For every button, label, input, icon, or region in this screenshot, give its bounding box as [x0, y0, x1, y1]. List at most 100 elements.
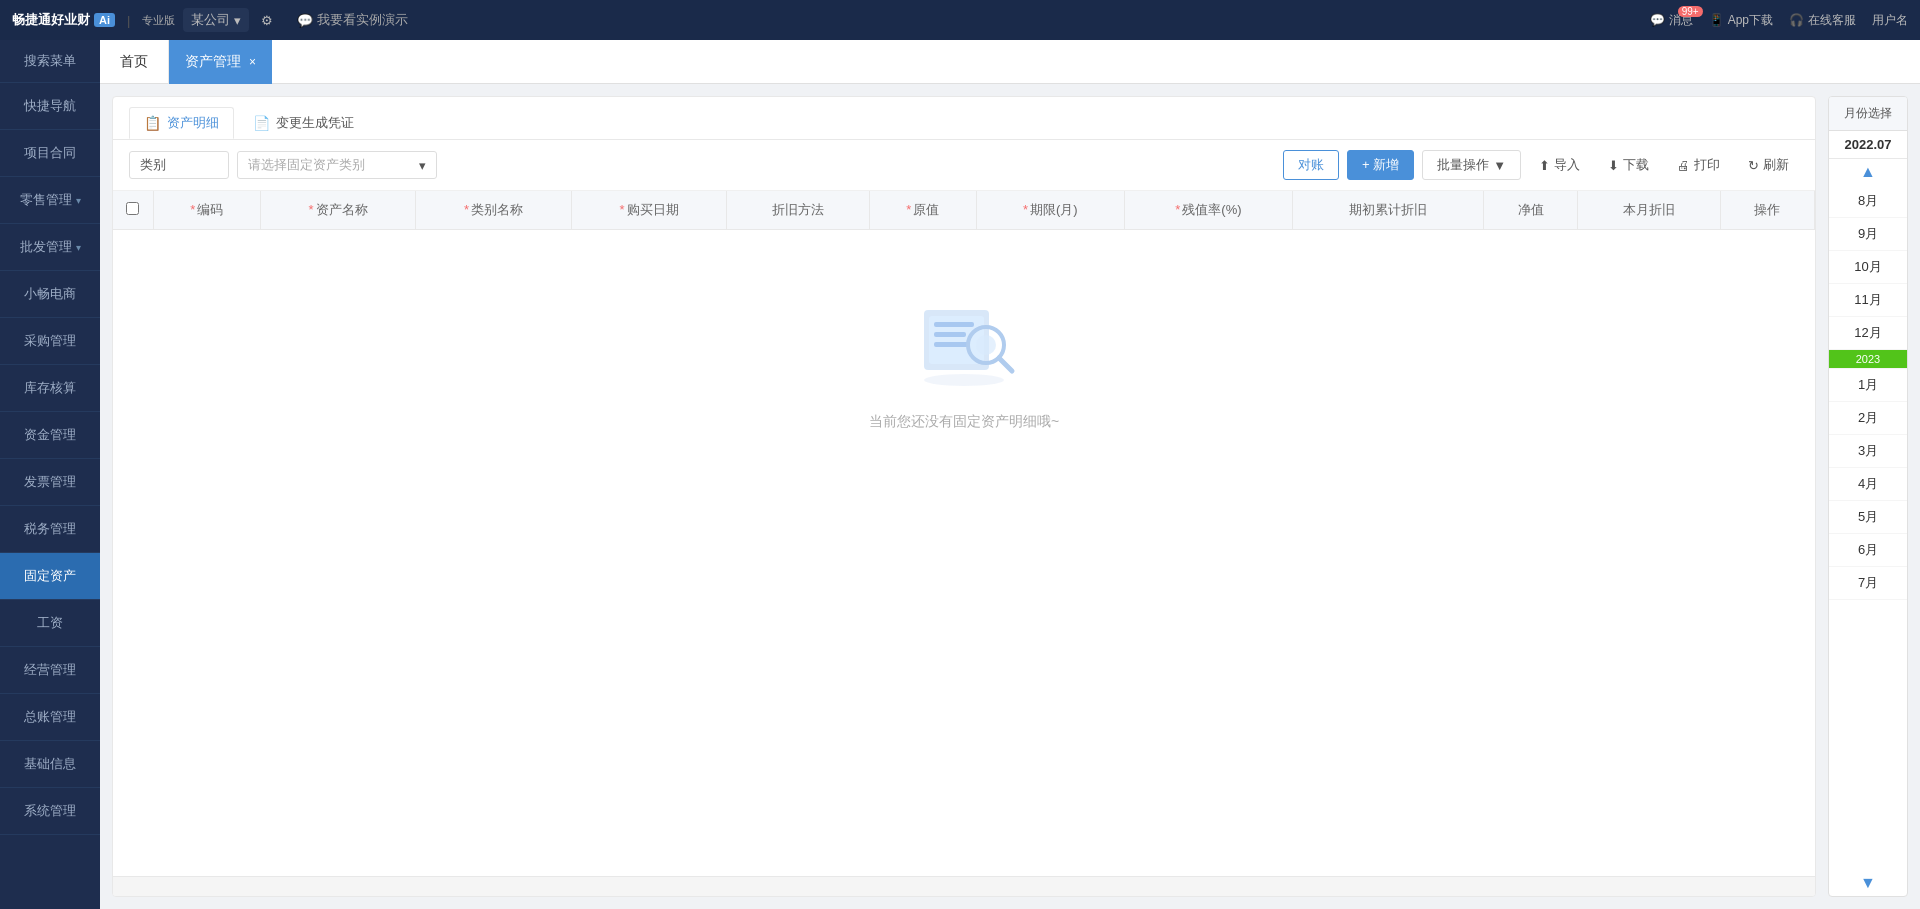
sidebar-item-inventory[interactable]: 库存核算 [0, 365, 100, 412]
month-nav-down[interactable]: ▼ [1829, 870, 1907, 896]
th-monthly-depreciation: 本月折旧 [1578, 191, 1720, 230]
th-operation: 操作 [1720, 191, 1814, 230]
month-item-2[interactable]: 2月 [1829, 402, 1907, 435]
sidebar-item-basic[interactable]: 基础信息 [0, 741, 100, 788]
month-item-1[interactable]: 1月 [1829, 369, 1907, 402]
svg-rect-3 [934, 322, 974, 327]
sidebar-item-finance[interactable]: 资金管理 [0, 412, 100, 459]
month-item-12[interactable]: 12月 [1829, 317, 1907, 350]
month-item-4[interactable]: 4月 [1829, 468, 1907, 501]
th-accumulated-depreciation: 期初累计折旧 [1293, 191, 1484, 230]
empty-state: 当前您还没有固定资产明细哦~ [113, 230, 1815, 491]
download-icon: ⬇ [1608, 158, 1619, 173]
sidebar-item-purchase[interactable]: 采购管理 [0, 318, 100, 365]
wholesale-arrow-icon: ▾ [76, 242, 81, 253]
tab-home[interactable]: 首页 [100, 40, 169, 84]
top-bar-right: 💬 消息 99+ 📱 App下载 🎧 在线客服 用户名 [1650, 12, 1908, 29]
month-item-3[interactable]: 3月 [1829, 435, 1907, 468]
download-button[interactable]: ⬇ 下载 [1598, 151, 1659, 179]
selector-arrow: ▾ [234, 13, 241, 28]
batch-arrow-icon: ▼ [1493, 158, 1506, 173]
sidebar-item-fixed-assets[interactable]: 固定资产 [0, 553, 100, 600]
refresh-button[interactable]: ↻ 刷新 [1738, 151, 1799, 179]
sidebar-item-search[interactable]: 搜索菜单 [0, 40, 100, 83]
category-filter[interactable]: 类别 [129, 151, 229, 179]
select-all-checkbox[interactable] [126, 202, 139, 215]
empty-icon [904, 290, 1024, 393]
print-button[interactable]: 🖨 打印 [1667, 151, 1730, 179]
th-depreciation-method: 折旧方法 [727, 191, 869, 230]
sidebar-item-ecommerce[interactable]: 小畅电商 [0, 271, 100, 318]
sub-tab-change-voucher[interactable]: 📄 变更生成凭证 [238, 107, 369, 139]
sidebar-item-quicknav[interactable]: 快捷导航 [0, 83, 100, 130]
sub-tab-asset-detail[interactable]: 📋 资产明细 [129, 107, 234, 139]
top-bar-left: 畅捷通好业财 Ai | 专业版 某公司 ▾ ⚙ 💬 我要看实例演示 [12, 8, 1650, 32]
sidebar-item-wholesale[interactable]: 批发管理 ▾ [0, 224, 100, 271]
month-item-9[interactable]: 9月 [1829, 218, 1907, 251]
import-button[interactable]: ⬆ 导入 [1529, 151, 1590, 179]
sidebar-item-retail[interactable]: 零售管理 ▾ [0, 177, 100, 224]
th-checkbox [113, 191, 153, 230]
batch-button[interactable]: 批量操作 ▼ [1422, 150, 1521, 180]
svg-point-8 [976, 335, 996, 355]
change-voucher-icon: 📄 [253, 115, 270, 131]
content-area: 首页 资产管理 × 📋 资产明细 📄 变更生成凭证 [100, 40, 1920, 909]
app-download-button[interactable]: 📱 App下载 [1709, 12, 1773, 29]
month-nav-down-button[interactable]: ▼ [1860, 874, 1876, 892]
duizhang-button[interactable]: 对账 [1283, 150, 1339, 180]
sidebar-item-system[interactable]: 系统管理 [0, 788, 100, 835]
month-nav-up[interactable]: ▲ [1829, 159, 1907, 185]
th-residual-rate: *残值率(%) [1124, 191, 1293, 230]
service-icon: 🎧 [1789, 13, 1804, 27]
settings-icon[interactable]: ⚙ [261, 13, 273, 28]
sidebar-item-project[interactable]: 项目合同 [0, 130, 100, 177]
month-item-8[interactable]: 8月 [1829, 185, 1907, 218]
asset-table-container: *编码 *资产名称 *类别名称 *购买日期 折旧方法 *原值 *期限(月) *残… [113, 191, 1815, 876]
refresh-icon: ↻ [1748, 158, 1759, 173]
empty-text: 当前您还没有固定资产明细哦~ [869, 413, 1059, 431]
bottom-scroll-bar [113, 876, 1815, 896]
month-item-6[interactable]: 6月 [1829, 534, 1907, 567]
tab-asset-management[interactable]: 资产管理 × [169, 40, 272, 84]
th-purchase-date: *购买日期 [571, 191, 726, 230]
sidebar-item-ledger[interactable]: 总账管理 [0, 694, 100, 741]
company-selector[interactable]: 某公司 ▾ [183, 8, 249, 32]
sidebar-item-invoice[interactable]: 发票管理 [0, 459, 100, 506]
retail-arrow-icon: ▾ [76, 195, 81, 206]
month-item-10[interactable]: 10月 [1829, 251, 1907, 284]
online-service-button[interactable]: 🎧 在线客服 [1789, 12, 1856, 29]
user-profile[interactable]: 用户名 [1872, 12, 1908, 29]
th-net-value: 净值 [1483, 191, 1577, 230]
search-label: 搜索菜单 [24, 53, 76, 68]
sidebar-item-management[interactable]: 经营管理 [0, 647, 100, 694]
import-icon: ⬆ [1539, 158, 1550, 173]
svg-rect-4 [934, 332, 966, 337]
month-item-5[interactable]: 5月 [1829, 501, 1907, 534]
month-nav-up-button[interactable]: ▲ [1860, 163, 1876, 181]
svg-point-0 [924, 374, 1004, 386]
demo-link[interactable]: 💬 我要看实例演示 [297, 11, 408, 29]
message-icon: 💬 [1650, 13, 1665, 27]
category-select-arrow: ▾ [419, 158, 426, 173]
category-select[interactable]: 请选择固定资产类别 ▾ [237, 151, 437, 179]
company-name: 某公司 [191, 11, 230, 29]
add-button[interactable]: + 新增 [1347, 150, 1414, 180]
message-button[interactable]: 💬 消息 99+ [1650, 12, 1693, 29]
brand-name: 畅捷通好业财 [12, 11, 90, 29]
demo-icon: 💬 [297, 13, 313, 28]
brand: 畅捷通好业财 Ai [12, 11, 115, 29]
sidebar-item-tax[interactable]: 税务管理 [0, 506, 100, 553]
toolbar: 类别 请选择固定资产类别 ▾ 对账 + 新增 批量操作 [113, 140, 1815, 191]
month-panel: 月份选择 2022.07 ▲ 8月 9月 10月 11月 12月 2023 1月… [1828, 96, 1908, 897]
tab-close-button[interactable]: × [249, 55, 256, 69]
asset-detail-icon: 📋 [144, 115, 161, 131]
th-period-months: *期限(月) [977, 191, 1124, 230]
month-item-7[interactable]: 7月 [1829, 567, 1907, 600]
ai-badge: Ai [94, 13, 115, 27]
current-year-month: 2022.07 [1829, 131, 1907, 159]
sidebar-item-payroll[interactable]: 工资 [0, 600, 100, 647]
month-item-11[interactable]: 11月 [1829, 284, 1907, 317]
toolbar-left: 类别 请选择固定资产类别 ▾ [129, 151, 437, 179]
svg-line-7 [999, 358, 1012, 371]
sidebar: 搜索菜单 快捷导航 项目合同 零售管理 ▾ 批发管理 ▾ 小畅电商 采购管理 库… [0, 40, 100, 909]
